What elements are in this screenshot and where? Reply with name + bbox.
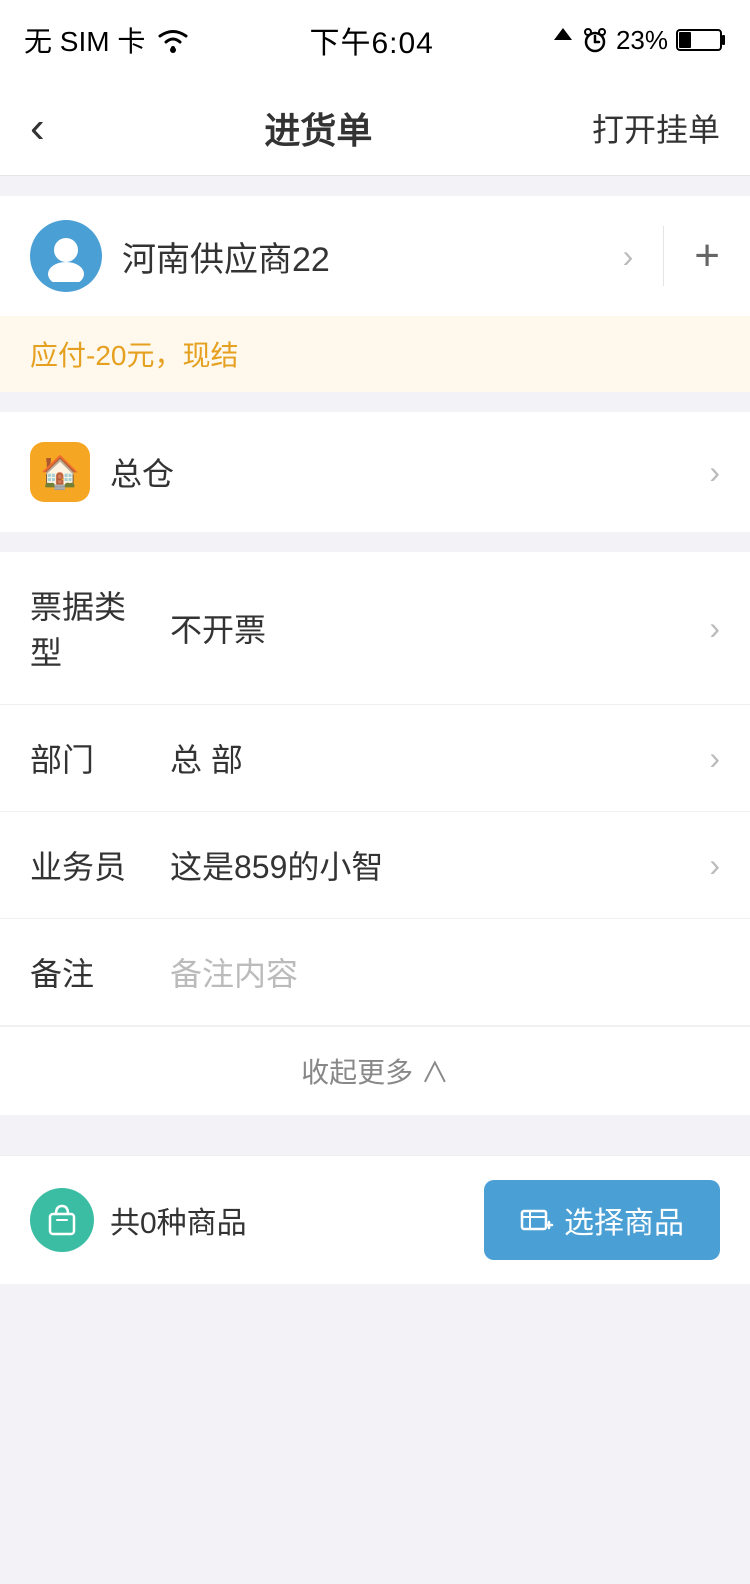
warehouse-label: 总仓 <box>110 449 709 495</box>
open-pending-button[interactable]: 打开挂单 <box>592 105 720 151</box>
bottom-bar: 共0种商品 选择商品 <box>0 1155 750 1284</box>
goods-count-wrap: 共0种商品 <box>30 1188 247 1252</box>
notice-text: 应付-20元，现结 <box>30 340 238 371</box>
dept-label: 部门 <box>30 735 150 781</box>
dept-value: 总 部 <box>170 735 709 781</box>
warehouse-row[interactable]: 🏠 总仓 › <box>0 412 750 532</box>
location-icon <box>552 26 574 54</box>
form-section: 票据类型 不开票 › 部门 总 部 › 业务员 这是859的小智 › 备注 备注… <box>0 552 750 1115</box>
avatar <box>30 220 102 292</box>
select-goods-label: 选择商品 <box>564 1198 684 1242</box>
wifi-icon <box>155 26 191 54</box>
notice-bar: 应付-20元，现结 <box>0 316 750 392</box>
battery-text: 23% <box>616 25 668 56</box>
remark-input[interactable]: 备注内容 <box>170 949 720 995</box>
select-goods-button[interactable]: 选择商品 <box>484 1180 720 1260</box>
supplier-chevron-icon: › <box>623 238 634 275</box>
invoice-label: 票据类型 <box>30 582 150 674</box>
person-icon <box>40 230 92 282</box>
section-gap-4 <box>0 1115 750 1135</box>
sales-label: 业务员 <box>30 842 150 888</box>
invoice-row[interactable]: 票据类型 不开票 › <box>0 552 750 705</box>
supplier-section: 河南供应商22 › + 应付-20元，现结 <box>0 196 750 392</box>
section-gap-2 <box>0 392 750 412</box>
status-right: 23% <box>552 25 726 56</box>
collapse-button[interactable]: 收起更多 ∧ <box>301 1057 449 1088</box>
supplier-right: › + <box>623 226 720 286</box>
warehouse-icon: 🏠 <box>40 453 80 491</box>
cart-plus-icon <box>520 1203 554 1237</box>
warehouse-chevron-icon: › <box>709 454 720 491</box>
status-left: 无 SIM 卡 <box>24 20 191 60</box>
remark-row[interactable]: 备注 备注内容 <box>0 919 750 1026</box>
shopping-bag-icon <box>44 1202 80 1238</box>
add-supplier-icon[interactable]: + <box>694 231 720 281</box>
battery-icon <box>676 27 726 53</box>
goods-icon-wrap <box>30 1188 94 1252</box>
warehouse-icon-wrap: 🏠 <box>30 442 90 502</box>
supplier-name: 河南供应商22 <box>122 232 623 281</box>
dept-chevron-icon: › <box>709 740 720 777</box>
signal-text: 无 SIM 卡 <box>24 20 145 60</box>
supplier-row[interactable]: 河南供应商22 › + <box>0 196 750 316</box>
goods-count-text: 共0种商品 <box>110 1198 247 1242</box>
page-filler <box>0 1284 750 1584</box>
page-title: 进货单 <box>264 102 372 154</box>
nav-bar: ‹ 进货单 打开挂单 <box>0 80 750 176</box>
section-gap-3 <box>0 532 750 552</box>
remark-label: 备注 <box>30 949 150 995</box>
alarm-icon <box>582 26 608 54</box>
vertical-divider <box>663 226 664 286</box>
sales-chevron-icon: › <box>709 847 720 884</box>
warehouse-section: 🏠 总仓 › <box>0 412 750 532</box>
dept-row[interactable]: 部门 总 部 › <box>0 705 750 812</box>
back-button[interactable]: ‹ <box>30 103 45 153</box>
invoice-chevron-icon: › <box>709 610 720 647</box>
sales-row[interactable]: 业务员 这是859的小智 › <box>0 812 750 919</box>
section-gap-1 <box>0 176 750 196</box>
collapse-row[interactable]: 收起更多 ∧ <box>0 1026 750 1115</box>
status-time: 下午6:04 <box>309 18 433 62</box>
status-bar: 无 SIM 卡 下午6:04 23% <box>0 0 750 80</box>
invoice-value: 不开票 <box>170 605 709 651</box>
sales-value: 这是859的小智 <box>170 842 709 888</box>
